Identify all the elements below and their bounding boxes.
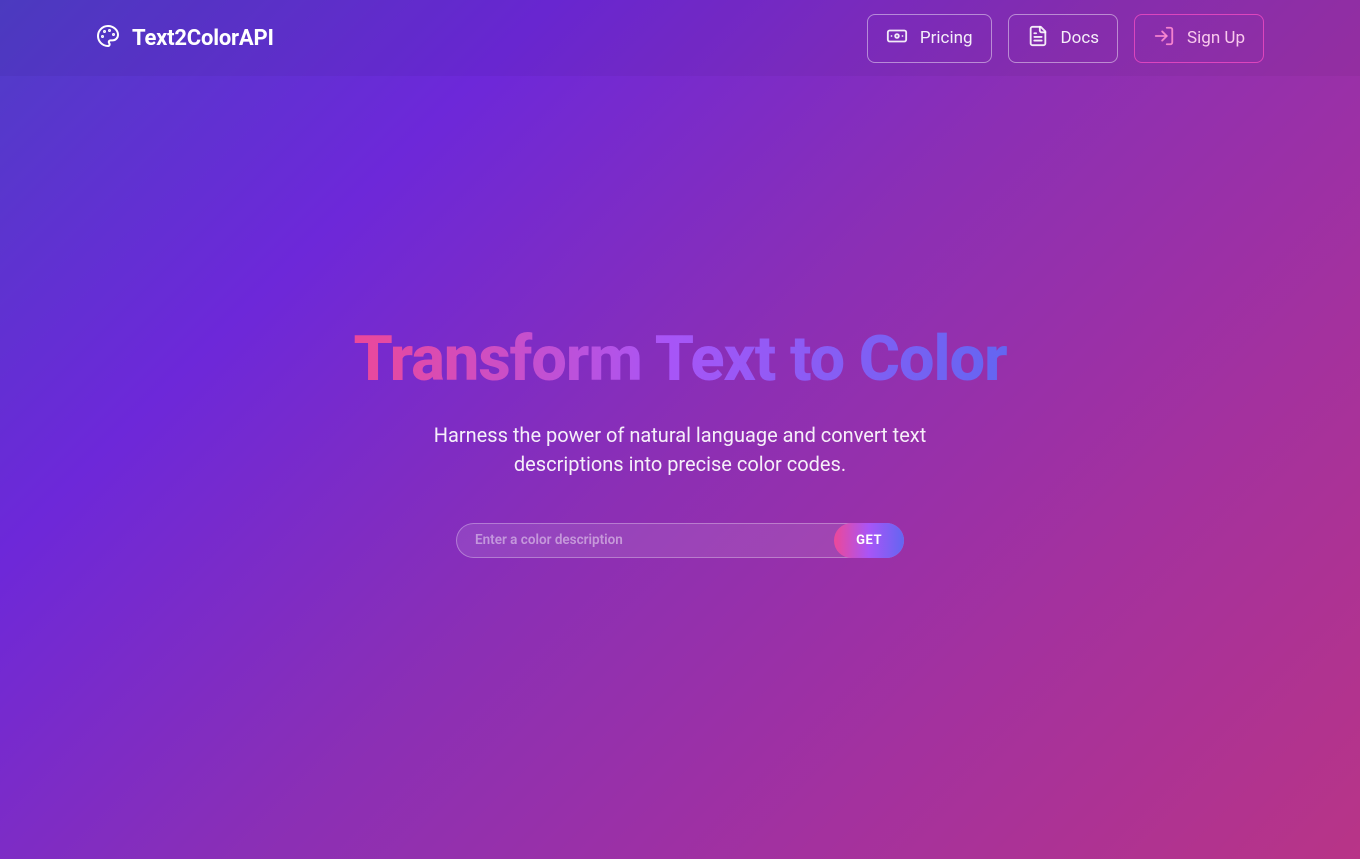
header: Text2ColorAPI Pricing Docs [0,0,1360,76]
logo-text: Text2ColorAPI [132,26,274,51]
color-search-form: GET [456,523,904,558]
docs-label: Docs [1061,28,1100,48]
get-button[interactable]: GET [834,523,904,558]
signup-label: Sign Up [1187,28,1245,48]
docs-button[interactable]: Docs [1008,14,1119,63]
hero-title: Transform Text to Color [353,325,1006,394]
banknote-icon [886,25,908,52]
signup-button[interactable]: Sign Up [1134,14,1264,63]
log-in-icon [1153,25,1175,52]
pricing-button[interactable]: Pricing [867,14,992,63]
hero: Transform Text to Color Harness the powe… [0,76,1360,859]
pricing-label: Pricing [920,28,973,48]
palette-icon [96,24,120,52]
hero-subtitle: Harness the power of natural language an… [400,421,960,479]
color-description-input[interactable] [457,524,835,557]
file-text-icon [1027,25,1049,52]
header-nav: Pricing Docs Sign Up [867,14,1264,63]
logo[interactable]: Text2ColorAPI [96,24,274,52]
